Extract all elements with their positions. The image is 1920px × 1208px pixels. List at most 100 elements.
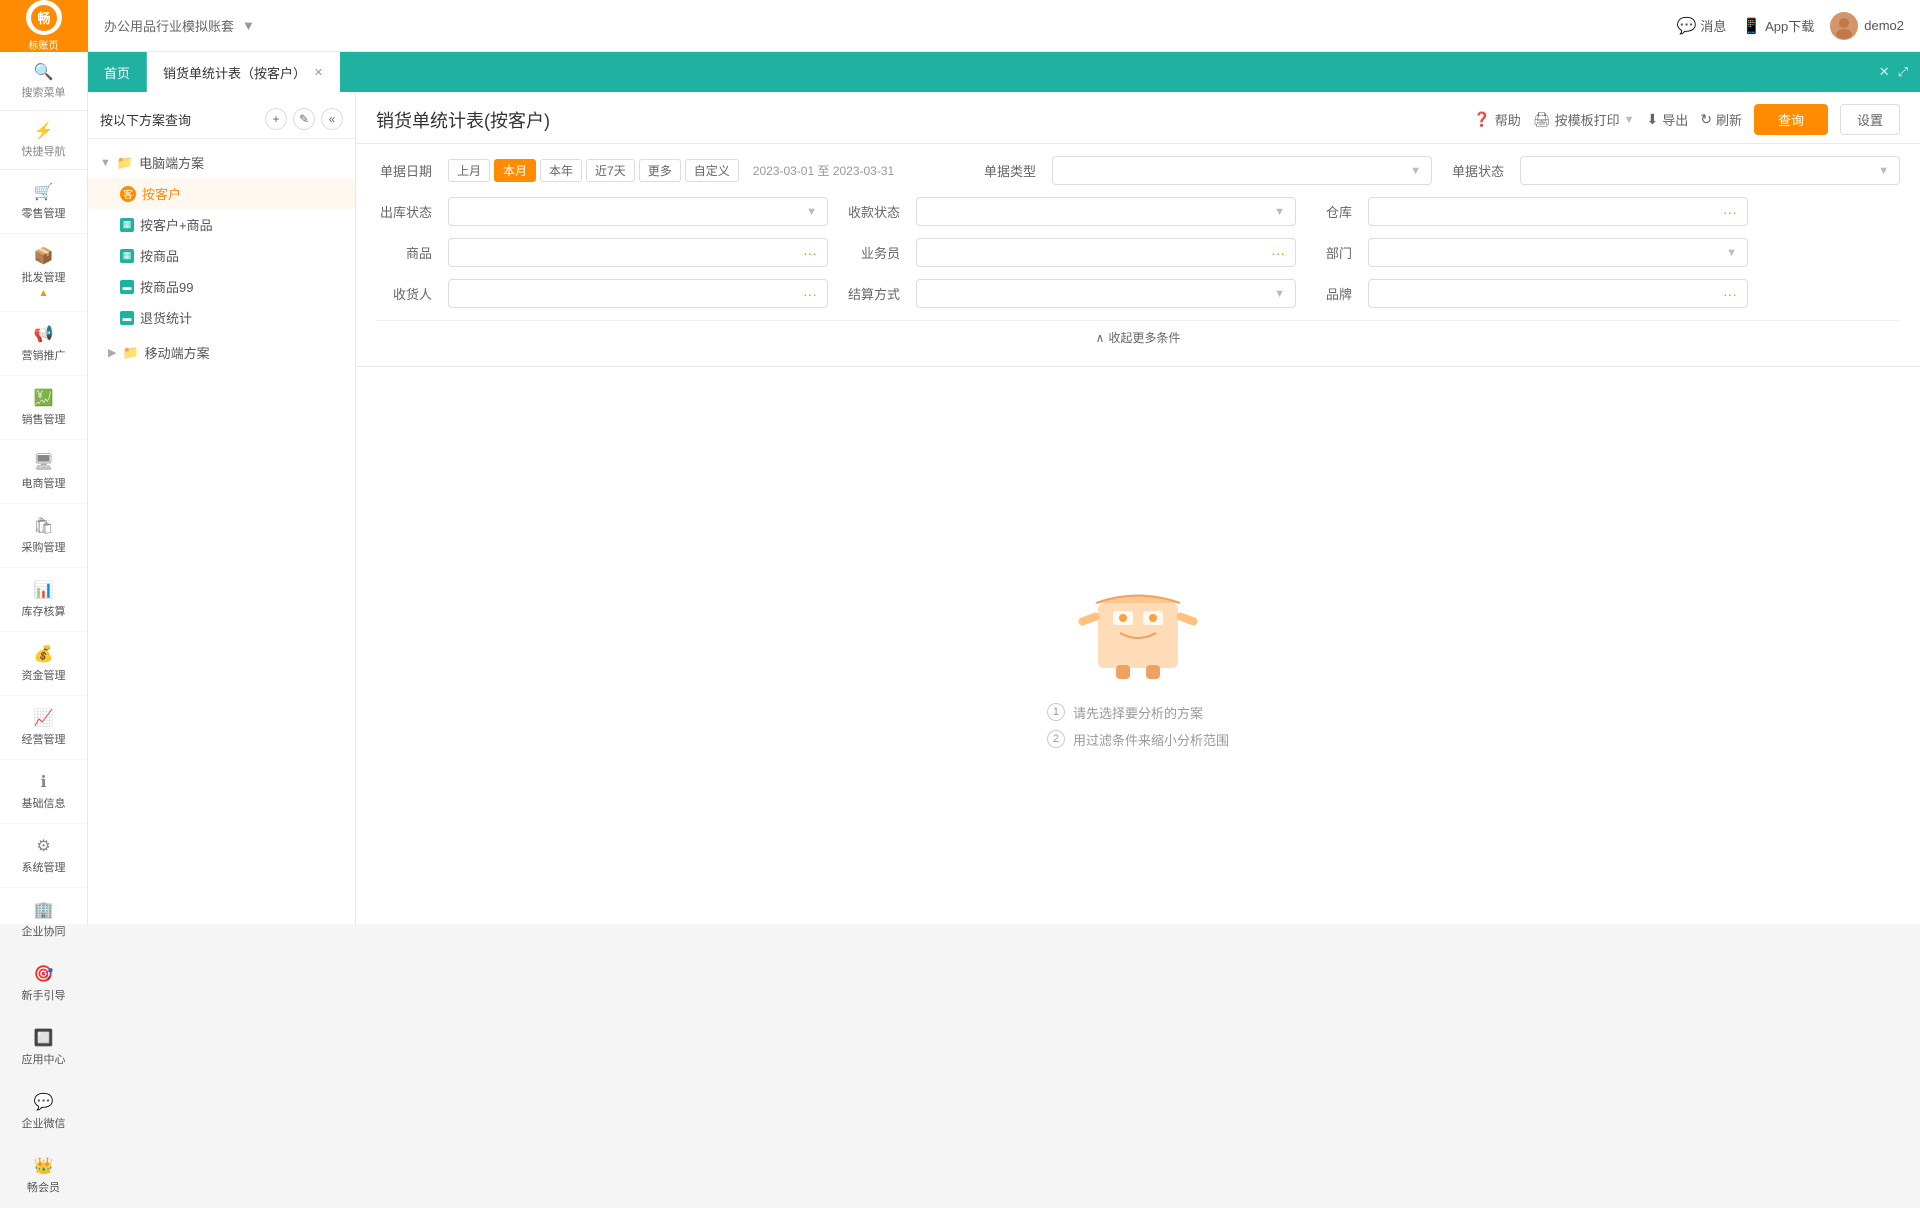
page-title: 销货单统计表(按客户) xyxy=(376,107,550,133)
doc-type-select[interactable]: ▼ xyxy=(1052,156,1432,185)
date-btn-custom[interactable]: 自定义 xyxy=(685,159,739,182)
empty-hint-1: 1 请先选择要分析的方案 xyxy=(1047,703,1229,722)
sidebar-item-appcenter[interactable]: 🔲 应用中心 xyxy=(0,1016,87,1080)
settlement-select[interactable]: ▼ xyxy=(916,279,1296,308)
query-btn[interactable]: 查询 xyxy=(1754,104,1828,135)
app-download-btn[interactable]: 📱 App下载 xyxy=(1742,16,1814,35)
brand-dots-btn[interactable]: ··· xyxy=(1723,286,1737,302)
maximize-icon[interactable]: ⤢ xyxy=(1898,64,1908,80)
receipt-status-value xyxy=(927,202,940,221)
system-icon: ⚙ xyxy=(36,836,50,856)
refresh-btn[interactable]: ↻ 刷新 xyxy=(1700,110,1742,129)
user-area[interactable]: demo2 xyxy=(1830,12,1904,40)
help-btn[interactable]: ❓ 帮助 xyxy=(1473,110,1520,129)
tree-expand-mobile-icon: ▶ xyxy=(108,346,116,359)
tab-close-icon[interactable]: ✕ xyxy=(314,66,323,79)
doc-type-chevron: ▼ xyxy=(1410,165,1421,177)
main-area: 办公用品行业模拟账套 ▼ 💬 消息 📱 App下载 demo2 首页 xyxy=(88,0,1920,924)
scheme-edit-btn[interactable]: ✎ xyxy=(293,108,315,130)
date-btn-more[interactable]: 更多 xyxy=(639,159,681,182)
svg-text:畅: 畅 xyxy=(37,11,50,26)
sidebar-item-finance[interactable]: 💰 资金管理 xyxy=(0,632,87,696)
enterprise-icon: 🏢 xyxy=(34,900,54,920)
tree-item-by-customer[interactable]: 客 按客户 xyxy=(88,178,355,209)
sidebar-item-retail[interactable]: 🛒 零售管理 xyxy=(0,170,87,234)
tab-home[interactable]: 首页 xyxy=(88,52,147,92)
sidebar-item-enterprise[interactable]: 🏢 企业协同 xyxy=(0,888,87,952)
filter-row-2: 出库状态 ▼ 收款状态 ▼ 仓库 ··· xyxy=(376,197,1900,226)
scheme-add-btn[interactable]: + xyxy=(265,108,287,130)
salesperson-input[interactable]: ··· xyxy=(916,238,1296,267)
export-btn[interactable]: ⬇ 导出 xyxy=(1646,110,1688,129)
filter-row-3: 商品 ··· 业务员 ··· 部门 ▼ xyxy=(376,238,1900,267)
date-btn-this-month[interactable]: 本月 xyxy=(494,159,536,182)
tree-group-desktop: ▼ 📁 电脑端方案 客 按客户 ▦ 按客户+商品 ▦ xyxy=(88,147,355,333)
ecom-icon: 🖥 xyxy=(33,452,53,472)
sidebar-item-newbie[interactable]: 🎯 新手引导 xyxy=(0,952,87,1016)
sidebar-item-marketing[interactable]: 📢 营销推广 xyxy=(0,312,87,376)
scheme-header: 按以下方案查询 + ✎ « xyxy=(88,100,355,139)
warehouse-input[interactable]: ··· xyxy=(1368,197,1748,226)
settlement-chevron: ▼ xyxy=(1274,288,1285,300)
tree-item-by-goods[interactable]: ▦ 按商品 xyxy=(88,240,355,271)
sidebar-item-purchase[interactable]: 🛍 采购管理 xyxy=(0,504,87,568)
department-select[interactable]: ▼ xyxy=(1368,238,1748,267)
out-status-label: 出库状态 xyxy=(376,202,432,221)
date-btn-7days[interactable]: 近7天 xyxy=(586,159,635,182)
receipt-status-select[interactable]: ▼ xyxy=(916,197,1296,226)
tree-item-return-stat[interactable]: ▬ 退货统计 xyxy=(88,302,355,333)
sidebar-item-wechat[interactable]: 💬 企业微信 xyxy=(0,1080,87,1144)
doc-status-select[interactable]: ▼ xyxy=(1520,156,1900,185)
page-header: 销货单统计表(按客户) ❓ 帮助 🖨 按模板打印 ▼ ⬇ 导出 xyxy=(356,92,1920,144)
username: demo2 xyxy=(1864,18,1904,33)
tree-item-return-stat-label: 退货统计 xyxy=(140,308,192,327)
receipt-status-label: 收款状态 xyxy=(844,202,900,221)
message-btn[interactable]: 💬 消息 xyxy=(1676,16,1726,36)
logo-area[interactable]: 畅 标账页 xyxy=(0,0,88,52)
retail-icon: 🛒 xyxy=(34,182,54,202)
date-btn-last-month[interactable]: 上月 xyxy=(448,159,490,182)
app-download-icon: 📱 xyxy=(1742,17,1761,35)
warehouse-dots-btn[interactable]: ··· xyxy=(1723,204,1737,220)
sidebar-item-inventory[interactable]: 📊 库存核算 xyxy=(0,568,87,632)
industry-label: 办公用品行业模拟账套 xyxy=(104,16,234,35)
salesperson-dots-btn[interactable]: ··· xyxy=(1271,245,1285,261)
tree-group-desktop-header[interactable]: ▼ 📁 电脑端方案 xyxy=(88,147,355,178)
sidebar-item-wholesale[interactable]: 📦 批发管理 ▲ xyxy=(0,234,87,312)
tree-item-by-goods-99-label: 按商品99 xyxy=(140,277,193,296)
top-header: 办公用品行业模拟账套 ▼ 💬 消息 📱 App下载 demo2 xyxy=(88,0,1920,52)
sidebar-search[interactable]: 🔍 搜索菜单 xyxy=(0,52,87,111)
by-customer-goods-icon: ▦ xyxy=(120,218,134,232)
help-icon: ❓ xyxy=(1473,111,1490,128)
receiver-input[interactable]: ··· xyxy=(448,279,828,308)
tab-sales-stat[interactable]: 销货单统计表（按客户） ✕ xyxy=(147,52,340,92)
goods-input[interactable]: ··· xyxy=(448,238,828,267)
date-btn-this-year[interactable]: 本年 xyxy=(540,159,582,182)
sidebar-item-sales[interactable]: 💹 销售管理 xyxy=(0,376,87,440)
tree-group-desktop-folder-icon: 📁 xyxy=(117,155,133,171)
salesperson-label: 业务员 xyxy=(844,243,900,262)
brand-input[interactable]: ··· xyxy=(1368,279,1748,308)
receiver-dots-btn[interactable]: ··· xyxy=(803,286,817,302)
sidebar-item-operations[interactable]: 📈 经营管理 xyxy=(0,696,87,760)
collapse-arrow-icon: ∧ xyxy=(1096,331,1105,345)
settings-btn[interactable]: 设置 xyxy=(1840,104,1900,135)
close-window-icon[interactable]: ✕ xyxy=(1879,64,1890,80)
tree-item-by-goods-99[interactable]: ▬ 按商品99 xyxy=(88,271,355,302)
sidebar-item-system[interactable]: ⚙ 系统管理 xyxy=(0,824,87,888)
header-dropdown-icon[interactable]: ▼ xyxy=(242,18,255,33)
scheme-collapse-btn[interactable]: « xyxy=(321,108,343,130)
template-print-btn[interactable]: 🖨 按模板打印 ▼ xyxy=(1533,110,1635,129)
filter-area: 单据日期 上月 本月 本年 近7天 更多 自定义 2023-03-01 至 20… xyxy=(356,144,1920,367)
sidebar-item-member[interactable]: 👑 畅会员 xyxy=(0,1144,87,1208)
sidebar-quick-nav[interactable]: ⚡ 快捷导航 xyxy=(0,111,87,170)
tree-group-mobile-header[interactable]: ▶ 📁 移动端方案 xyxy=(88,337,355,368)
sidebar-item-basic[interactable]: ℹ 基础信息 xyxy=(0,760,87,824)
by-goods-icon: ▦ xyxy=(120,249,134,263)
collapse-bar[interactable]: ∧ 收起更多条件 xyxy=(376,320,1900,354)
purchase-icon: 🛍 xyxy=(33,516,53,536)
goods-dots-btn[interactable]: ··· xyxy=(803,245,817,261)
out-status-select[interactable]: ▼ xyxy=(448,197,828,226)
tree-item-by-customer-goods[interactable]: ▦ 按客户+商品 xyxy=(88,209,355,240)
sidebar-item-ecom[interactable]: 🖥 电商管理 xyxy=(0,440,87,504)
